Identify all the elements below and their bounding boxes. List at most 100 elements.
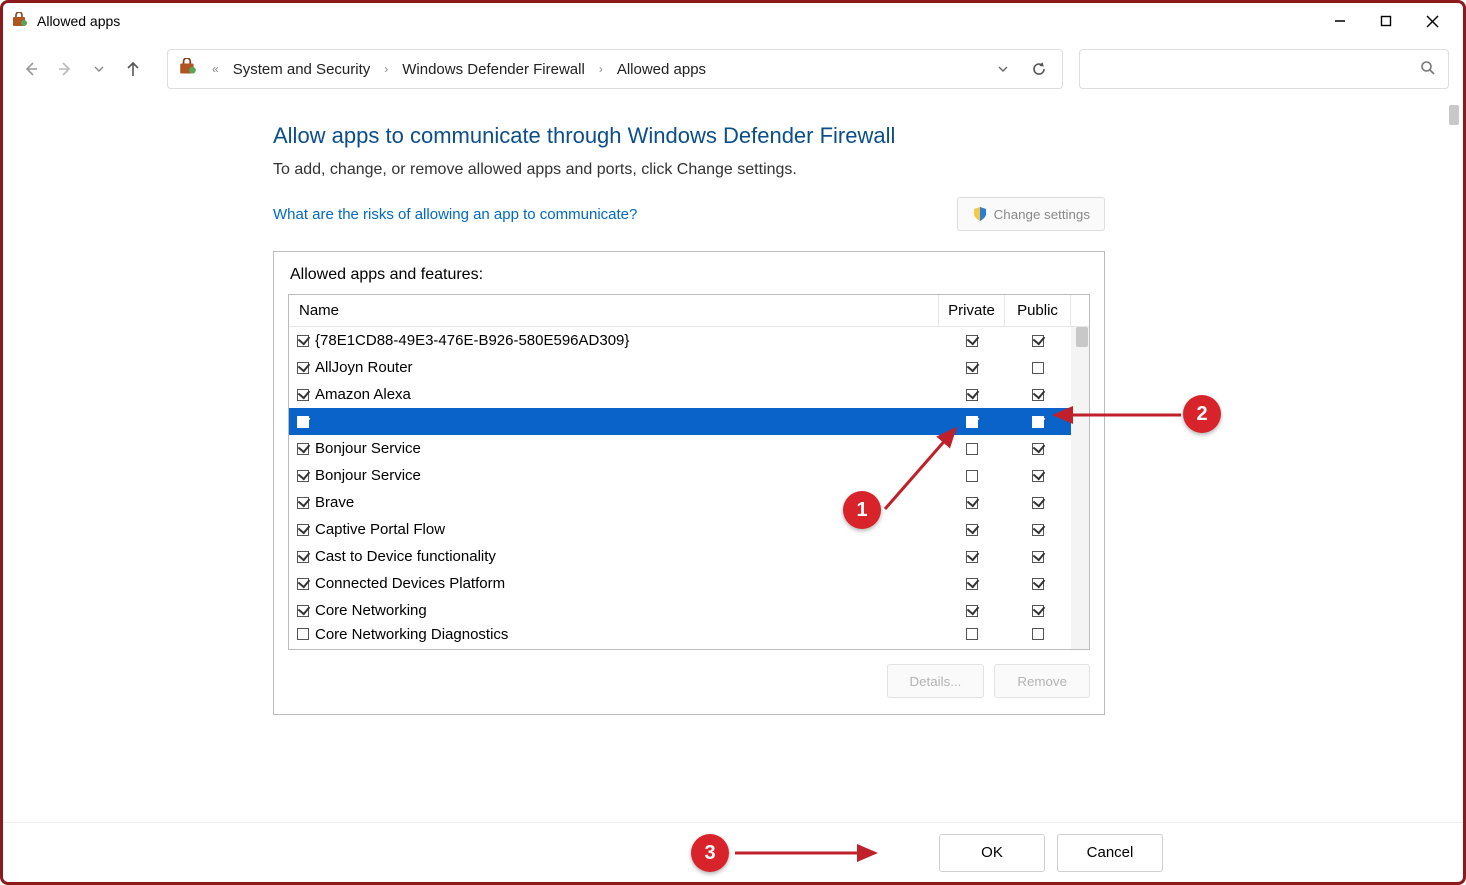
public-checkbox[interactable] bbox=[1032, 335, 1044, 347]
allowed-apps-label: Allowed apps and features: bbox=[290, 266, 1090, 284]
list-scrollbar-thumb[interactable] bbox=[1076, 327, 1088, 347]
search-box[interactable] bbox=[1079, 49, 1449, 89]
refresh-button[interactable] bbox=[1026, 56, 1052, 82]
toolbar: « System and Security › Windows Defender… bbox=[3, 39, 1463, 99]
list-scrollbar-track[interactable] bbox=[1071, 327, 1089, 649]
private-checkbox[interactable] bbox=[966, 443, 978, 455]
public-checkbox[interactable] bbox=[1032, 578, 1044, 590]
public-checkbox[interactable] bbox=[1032, 416, 1044, 428]
firewall-icon bbox=[178, 58, 198, 81]
enable-checkbox[interactable] bbox=[297, 497, 309, 509]
table-row[interactable]: Brave bbox=[289, 489, 1071, 516]
address-dropdown[interactable] bbox=[990, 56, 1016, 82]
change-settings-button[interactable]: Change settings bbox=[957, 197, 1105, 231]
allowed-apps-list[interactable]: Name Private Public {78E1CD88-49E3-476E-… bbox=[288, 294, 1090, 650]
back-button[interactable] bbox=[17, 55, 45, 83]
app-name: {78E1CD88-49E3-476E-B926-580E596AD309} bbox=[313, 332, 939, 349]
ok-button[interactable]: OK bbox=[939, 834, 1045, 872]
private-checkbox[interactable] bbox=[966, 470, 978, 482]
breadcrumb-system[interactable]: System and Security bbox=[233, 61, 371, 78]
private-checkbox[interactable] bbox=[966, 551, 978, 563]
app-name: Bonjour Service bbox=[313, 440, 939, 457]
enable-checkbox[interactable] bbox=[297, 443, 309, 455]
enable-checkbox[interactable] bbox=[297, 605, 309, 617]
private-checkbox[interactable] bbox=[966, 605, 978, 617]
enable-checkbox[interactable] bbox=[297, 389, 309, 401]
breadcrumb-allowed[interactable]: Allowed apps bbox=[617, 61, 706, 78]
details-button[interactable]: Details... bbox=[887, 664, 985, 698]
public-checkbox[interactable] bbox=[1032, 362, 1044, 374]
table-row[interactable]: Connected Devices Platform bbox=[289, 570, 1071, 597]
public-checkbox[interactable] bbox=[1032, 628, 1044, 640]
table-row[interactable]: Core Networking bbox=[289, 597, 1071, 624]
enable-checkbox[interactable] bbox=[297, 628, 309, 640]
close-button[interactable] bbox=[1409, 5, 1455, 37]
risks-link[interactable]: What are the risks of allowing an app to… bbox=[273, 206, 637, 223]
app-icon bbox=[11, 12, 29, 30]
app-name: Cast to Device functionality bbox=[313, 548, 939, 565]
maximize-button[interactable] bbox=[1363, 5, 1409, 37]
enable-checkbox[interactable] bbox=[297, 578, 309, 590]
table-row[interactable]: Cast to Device functionality bbox=[289, 543, 1071, 570]
enable-checkbox[interactable] bbox=[297, 416, 309, 428]
breadcrumb-firewall[interactable]: Windows Defender Firewall bbox=[402, 61, 585, 78]
private-checkbox[interactable] bbox=[966, 389, 978, 401]
private-checkbox[interactable] bbox=[966, 578, 978, 590]
content-area: Allow apps to communicate through Window… bbox=[3, 99, 1463, 822]
table-row[interactable]: Bonjour Service bbox=[289, 462, 1071, 489]
private-checkbox[interactable] bbox=[966, 416, 978, 428]
public-checkbox[interactable] bbox=[1032, 443, 1044, 455]
private-checkbox[interactable] bbox=[966, 362, 978, 374]
enable-checkbox[interactable] bbox=[297, 470, 309, 482]
page-heading: Allow apps to communicate through Window… bbox=[273, 123, 1105, 149]
enable-checkbox[interactable] bbox=[297, 551, 309, 563]
table-row[interactable] bbox=[289, 408, 1071, 435]
callout-1: 1 bbox=[843, 491, 881, 529]
table-row[interactable]: Amazon Alexa bbox=[289, 381, 1071, 408]
change-settings-label: Change settings bbox=[994, 207, 1090, 222]
private-checkbox[interactable] bbox=[966, 524, 978, 536]
remove-button[interactable]: Remove bbox=[994, 664, 1090, 698]
table-row[interactable]: Bonjour Service bbox=[289, 435, 1071, 462]
column-name[interactable]: Name bbox=[289, 295, 939, 326]
table-row[interactable]: AllJoyn Router bbox=[289, 354, 1071, 381]
cancel-button[interactable]: Cancel bbox=[1057, 834, 1163, 872]
chevron-right-icon: › bbox=[599, 62, 603, 76]
minimize-button[interactable] bbox=[1317, 5, 1363, 37]
public-checkbox[interactable] bbox=[1032, 389, 1044, 401]
table-row[interactable]: Core Networking Diagnostics bbox=[289, 624, 1071, 644]
enable-checkbox[interactable] bbox=[297, 362, 309, 374]
window-title: Allowed apps bbox=[37, 13, 120, 29]
private-checkbox[interactable] bbox=[966, 497, 978, 509]
enable-checkbox[interactable] bbox=[297, 524, 309, 536]
window-frame: Allowed apps « System and Security › Win… bbox=[0, 0, 1466, 885]
page-subheading: To add, change, or remove allowed apps a… bbox=[273, 161, 1105, 179]
main-panel: Allow apps to communicate through Window… bbox=[273, 123, 1105, 715]
forward-button[interactable] bbox=[51, 55, 79, 83]
private-checkbox[interactable] bbox=[966, 335, 978, 347]
recent-dropdown[interactable] bbox=[85, 55, 113, 83]
app-name: Amazon Alexa bbox=[313, 386, 939, 403]
public-checkbox[interactable] bbox=[1032, 524, 1044, 536]
public-checkbox[interactable] bbox=[1032, 470, 1044, 482]
list-header: Name Private Public bbox=[289, 295, 1089, 327]
column-public[interactable]: Public bbox=[1005, 295, 1071, 326]
enable-checkbox[interactable] bbox=[297, 335, 309, 347]
allowed-apps-groupbox: Allowed apps and features: Name Private … bbox=[273, 251, 1105, 715]
column-private[interactable]: Private bbox=[939, 295, 1005, 326]
public-checkbox[interactable] bbox=[1032, 605, 1044, 617]
address-bar[interactable]: « System and Security › Windows Defender… bbox=[167, 49, 1063, 89]
search-icon bbox=[1420, 60, 1436, 79]
page-scrollbar[interactable] bbox=[1449, 105, 1459, 125]
table-row[interactable]: {78E1CD88-49E3-476E-B926-580E596AD309} bbox=[289, 327, 1071, 354]
public-checkbox[interactable] bbox=[1032, 551, 1044, 563]
table-row[interactable]: Captive Portal Flow bbox=[289, 516, 1071, 543]
callout-2: 2 bbox=[1183, 395, 1221, 433]
app-name: Connected Devices Platform bbox=[313, 575, 939, 592]
public-checkbox[interactable] bbox=[1032, 497, 1044, 509]
titlebar: Allowed apps bbox=[3, 3, 1463, 39]
shield-icon bbox=[972, 206, 988, 222]
callout-3: 3 bbox=[691, 834, 729, 872]
up-button[interactable] bbox=[119, 55, 147, 83]
private-checkbox[interactable] bbox=[966, 628, 978, 640]
